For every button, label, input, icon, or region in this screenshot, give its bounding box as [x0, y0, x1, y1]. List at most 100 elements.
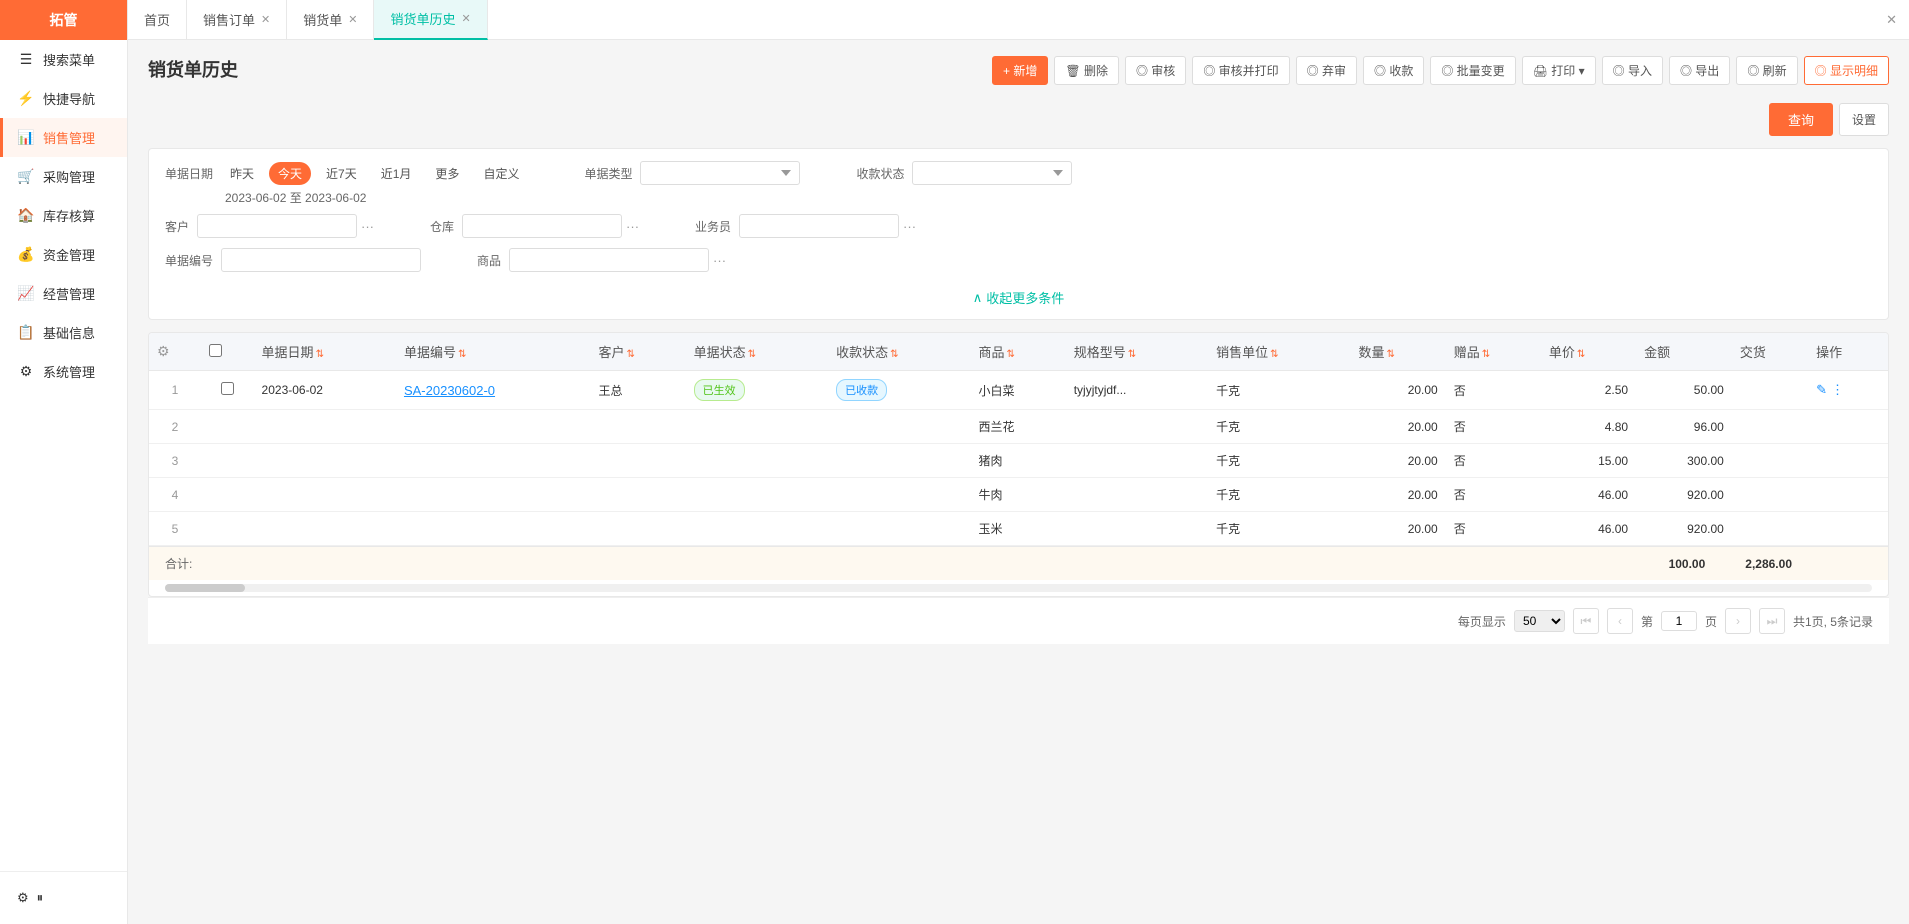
date-7days[interactable]: 近7天: [317, 162, 366, 185]
page-first-button[interactable]: ⏮: [1573, 608, 1599, 634]
print-button[interactable]: 🖨 打印 ▾: [1522, 56, 1596, 85]
date-today[interactable]: 今天: [269, 162, 311, 185]
page-input[interactable]: [1661, 611, 1697, 631]
sidebar-item-quick-nav[interactable]: ⚡ 快捷导航: [0, 79, 127, 118]
tab-sales-order-close[interactable]: ✕: [261, 13, 270, 26]
tab-sales-delivery-close[interactable]: ✕: [348, 13, 357, 26]
salesperson-input[interactable]: [739, 214, 899, 238]
select-all-checkbox[interactable]: [209, 344, 222, 357]
goods-picker-icon[interactable]: ···: [713, 253, 726, 268]
col-collect-status[interactable]: 收款状态⇅: [828, 333, 970, 371]
cell-amount: 300.00: [1636, 444, 1732, 478]
col-delivery[interactable]: 交货: [1732, 333, 1808, 371]
edit-action-icon[interactable]: ✎: [1816, 382, 1827, 397]
filter-salesperson: 业务员 ···: [695, 214, 916, 238]
query-button[interactable]: 查询: [1769, 103, 1833, 136]
cell-doc-no: [396, 410, 591, 444]
customer-picker-icon[interactable]: ···: [361, 219, 374, 234]
sidebar-item-purchase-mgmt[interactable]: 🛒 采购管理: [0, 157, 127, 196]
more-action-icon[interactable]: ⋮: [1831, 382, 1844, 397]
inventory-icon: 🏠: [17, 207, 35, 224]
batch-change-button[interactable]: ◎ 批量变更: [1430, 56, 1515, 85]
sort-customer-icon: ⇅: [626, 349, 634, 360]
doc-type-select[interactable]: [640, 161, 800, 185]
tab-sales-order[interactable]: 销售订单 ✕: [187, 0, 287, 40]
tab-sales-history[interactable]: 销货单历史 ✕: [374, 0, 487, 40]
col-doc-status[interactable]: 单据状态⇅: [686, 333, 828, 371]
toolbar: + 新增 🗑 删除 ◎ 审核 ◎ 审核并打印 ◎ 弃审 ◎ 收款 ◎ 批量变更 …: [992, 56, 1889, 85]
row-checkbox[interactable]: [221, 382, 234, 395]
sidebar-item-search-menu[interactable]: ☰ 搜索菜单: [0, 40, 127, 79]
import-button[interactable]: ◎ 导入: [1602, 56, 1663, 85]
page-size-select[interactable]: 50 100 200: [1514, 610, 1565, 632]
col-spec[interactable]: 规格型号⇅: [1066, 333, 1208, 371]
delete-button[interactable]: 🗑 删除: [1054, 56, 1119, 85]
customer-label: 客户: [165, 218, 189, 235]
goods-label: 商品: [477, 252, 501, 269]
collect-button[interactable]: ◎ 收款: [1363, 56, 1424, 85]
date-1month[interactable]: 近1月: [372, 162, 421, 185]
sort-spec-icon: ⇅: [1128, 349, 1136, 360]
sidebar-item-sales-mgmt[interactable]: 📊 销售管理: [0, 118, 127, 157]
doc-no-input[interactable]: [221, 248, 421, 272]
tab-sales-history-close[interactable]: ✕: [462, 12, 471, 25]
page-last-button[interactable]: ⏭: [1759, 608, 1785, 634]
sidebar-item-inventory[interactable]: 🏠 库存核算: [0, 196, 127, 235]
tab-home[interactable]: 首页: [128, 0, 187, 40]
page-prev-button[interactable]: ‹: [1607, 608, 1633, 634]
close-window-icon[interactable]: ✕: [1886, 12, 1897, 28]
cell-action: [1808, 410, 1888, 444]
sidebar-item-finance[interactable]: 💰 资金管理: [0, 235, 127, 274]
date-yesterday[interactable]: 昨天: [221, 162, 263, 185]
page-next-button[interactable]: ›: [1725, 608, 1751, 634]
settings-button[interactable]: 设置: [1839, 103, 1889, 136]
scrollbar-thumb: [165, 584, 245, 592]
date-more[interactable]: 更多: [426, 162, 468, 185]
col-unit-label: 销售单位: [1216, 345, 1268, 360]
col-gift[interactable]: 赠品⇅: [1446, 333, 1541, 371]
sidebar-item-base-info[interactable]: 📋 基础信息: [0, 313, 127, 352]
filter-warehouse: 仓库 ···: [430, 214, 639, 238]
sidebar-bottom-item[interactable]: ⚙ ⏸: [0, 880, 127, 916]
warehouse-picker-icon[interactable]: ···: [626, 219, 639, 234]
cell-date: [254, 478, 396, 512]
refresh-button[interactable]: ◎ 刷新: [1736, 56, 1797, 85]
col-doc-no[interactable]: 单据编号⇅: [396, 333, 591, 371]
customer-input[interactable]: [197, 214, 357, 238]
col-price-label: 单价: [1549, 345, 1575, 360]
cell-collect-status: [828, 478, 970, 512]
doc-no-link[interactable]: SA-20230602-0: [404, 383, 495, 398]
sort-doc-status-icon: ⇅: [748, 349, 756, 360]
col-amount[interactable]: 金额: [1636, 333, 1732, 371]
table-row: 3 猪肉 千克 20.00 否 15.00 300.00: [149, 444, 1888, 478]
show-detail-button[interactable]: ◎ 显示明细: [1804, 56, 1889, 85]
cell-customer: [590, 444, 685, 478]
horizontal-scrollbar[interactable]: [165, 584, 1872, 592]
col-price[interactable]: 单价⇅: [1541, 333, 1636, 371]
col-unit[interactable]: 销售单位⇅: [1208, 333, 1350, 371]
col-goods[interactable]: 商品⇅: [971, 333, 1066, 371]
new-button[interactable]: + 新增: [992, 56, 1048, 85]
cell-doc-no: [396, 478, 591, 512]
sidebar-item-sys-mgmt[interactable]: ⚙ 系统管理: [0, 352, 127, 391]
abandon-button[interactable]: ◎ 弃审: [1296, 56, 1357, 85]
audit-button[interactable]: ◎ 审核: [1125, 56, 1186, 85]
tab-sales-delivery[interactable]: 销货单 ✕: [287, 0, 374, 40]
col-customer[interactable]: 客户⇅: [590, 333, 685, 371]
main-area: 首页 销售订单 ✕ 销货单 ✕ 销货单历史 ✕ ✕ 销货单历史 + 新增 🗑 删…: [128, 0, 1909, 924]
warehouse-input[interactable]: [462, 214, 622, 238]
filter-collapse[interactable]: ∧ 收起更多条件: [165, 282, 1872, 307]
sidebar-item-operations[interactable]: 📈 经营管理: [0, 274, 127, 313]
col-date[interactable]: 单据日期⇅: [254, 333, 396, 371]
purchase-mgmt-icon: 🛒: [17, 168, 35, 185]
goods-input[interactable]: [509, 248, 709, 272]
salesperson-picker-icon[interactable]: ···: [903, 219, 916, 234]
col-settings[interactable]: ⚙: [149, 333, 201, 371]
gear-icon[interactable]: ⚙: [157, 343, 170, 359]
date-custom[interactable]: 自定义: [474, 162, 528, 185]
collect-status-select[interactable]: [912, 161, 1072, 185]
audit-print-button[interactable]: ◎ 审核并打印: [1192, 56, 1289, 85]
export-button[interactable]: ◎ 导出: [1669, 56, 1730, 85]
cell-price: 2.50: [1541, 371, 1636, 410]
col-qty[interactable]: 数量⇅: [1351, 333, 1446, 371]
